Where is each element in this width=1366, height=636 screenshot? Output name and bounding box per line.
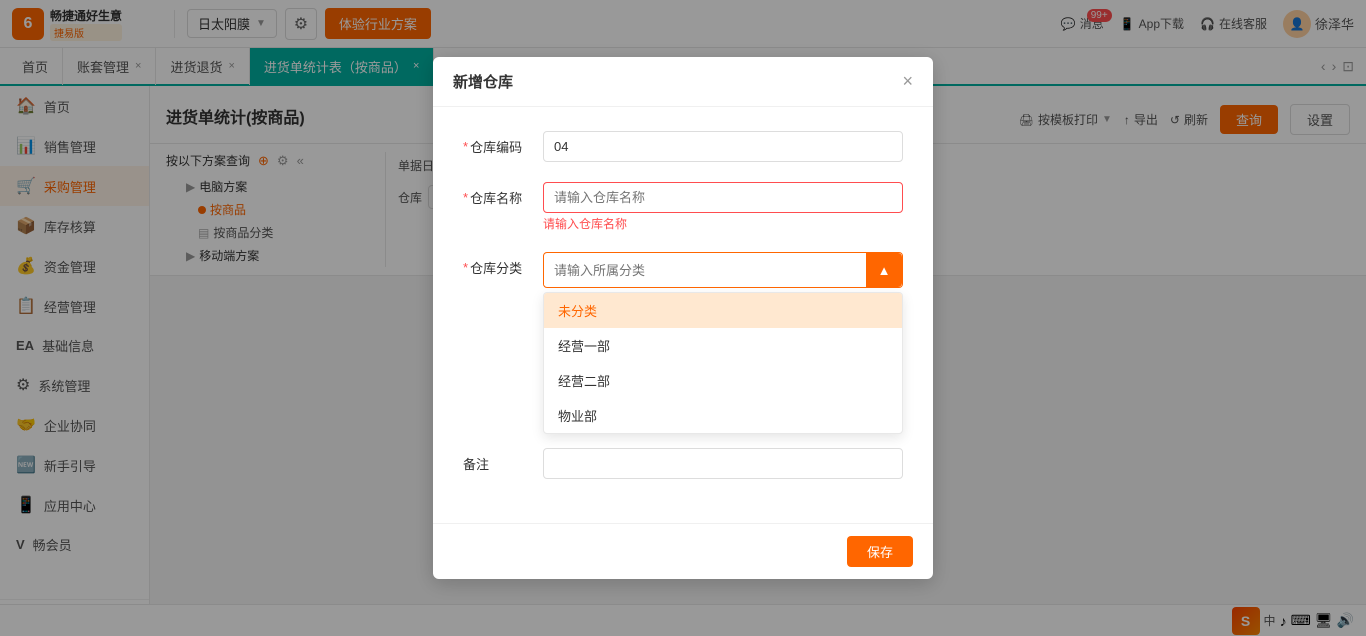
category-input[interactable] — [544, 256, 866, 285]
chevron-up-icon: ▲ — [878, 263, 891, 278]
warehouse-name-wrap: 请输入仓库名称 — [543, 182, 903, 232]
warehouse-name-label: * 仓库名称 — [463, 182, 543, 207]
modal-new-warehouse: 新增仓库 × * 仓库编码 * 仓库名称 — [433, 57, 933, 579]
modal-overlay[interactable]: 新增仓库 × * 仓库编码 * 仓库名称 — [0, 0, 1366, 636]
dropdown-option-dept1[interactable]: 经营一部 — [544, 328, 902, 363]
modal-title: 新增仓库 — [453, 71, 513, 92]
dropdown-option-uncategorized[interactable]: 未分类 — [544, 293, 902, 328]
remark-wrap — [543, 448, 903, 479]
warehouse-code-input[interactable] — [543, 131, 903, 162]
save-button[interactable]: 保存 — [847, 536, 913, 567]
remark-label: 备注 — [463, 448, 543, 473]
modal-body: * 仓库编码 * 仓库名称 请输入仓库名称 — [433, 107, 933, 523]
category-dropdown-toggle[interactable]: ▲ — [866, 253, 902, 287]
warehouse-code-row: * 仓库编码 — [463, 131, 903, 162]
warehouse-category-wrap: ▲ 未分类 经营一部 经营二部 物业部 — [543, 252, 903, 288]
warehouse-code-label: * 仓库编码 — [463, 131, 543, 156]
warehouse-name-row: * 仓库名称 请输入仓库名称 — [463, 182, 903, 232]
warehouse-category-row: * 仓库分类 ▲ 未分类 经营一部 经营二部 物业部 — [463, 252, 903, 288]
warehouse-name-input[interactable] — [543, 182, 903, 213]
warehouse-code-wrap — [543, 131, 903, 162]
dropdown-option-dept2[interactable]: 经营二部 — [544, 363, 902, 398]
dropdown-option-property[interactable]: 物业部 — [544, 398, 902, 433]
warehouse-category-label: * 仓库分类 — [463, 252, 543, 277]
category-dropdown-list: 未分类 经营一部 经营二部 物业部 — [543, 292, 903, 434]
warehouse-name-error: 请输入仓库名称 — [543, 215, 903, 232]
modal-header: 新增仓库 × — [433, 57, 933, 107]
category-select-field: ▲ — [543, 252, 903, 288]
modal-close-button[interactable]: × — [902, 71, 913, 92]
remark-row: 备注 — [463, 448, 903, 479]
modal-footer: 保存 — [433, 523, 933, 579]
remark-input[interactable] — [543, 448, 903, 479]
